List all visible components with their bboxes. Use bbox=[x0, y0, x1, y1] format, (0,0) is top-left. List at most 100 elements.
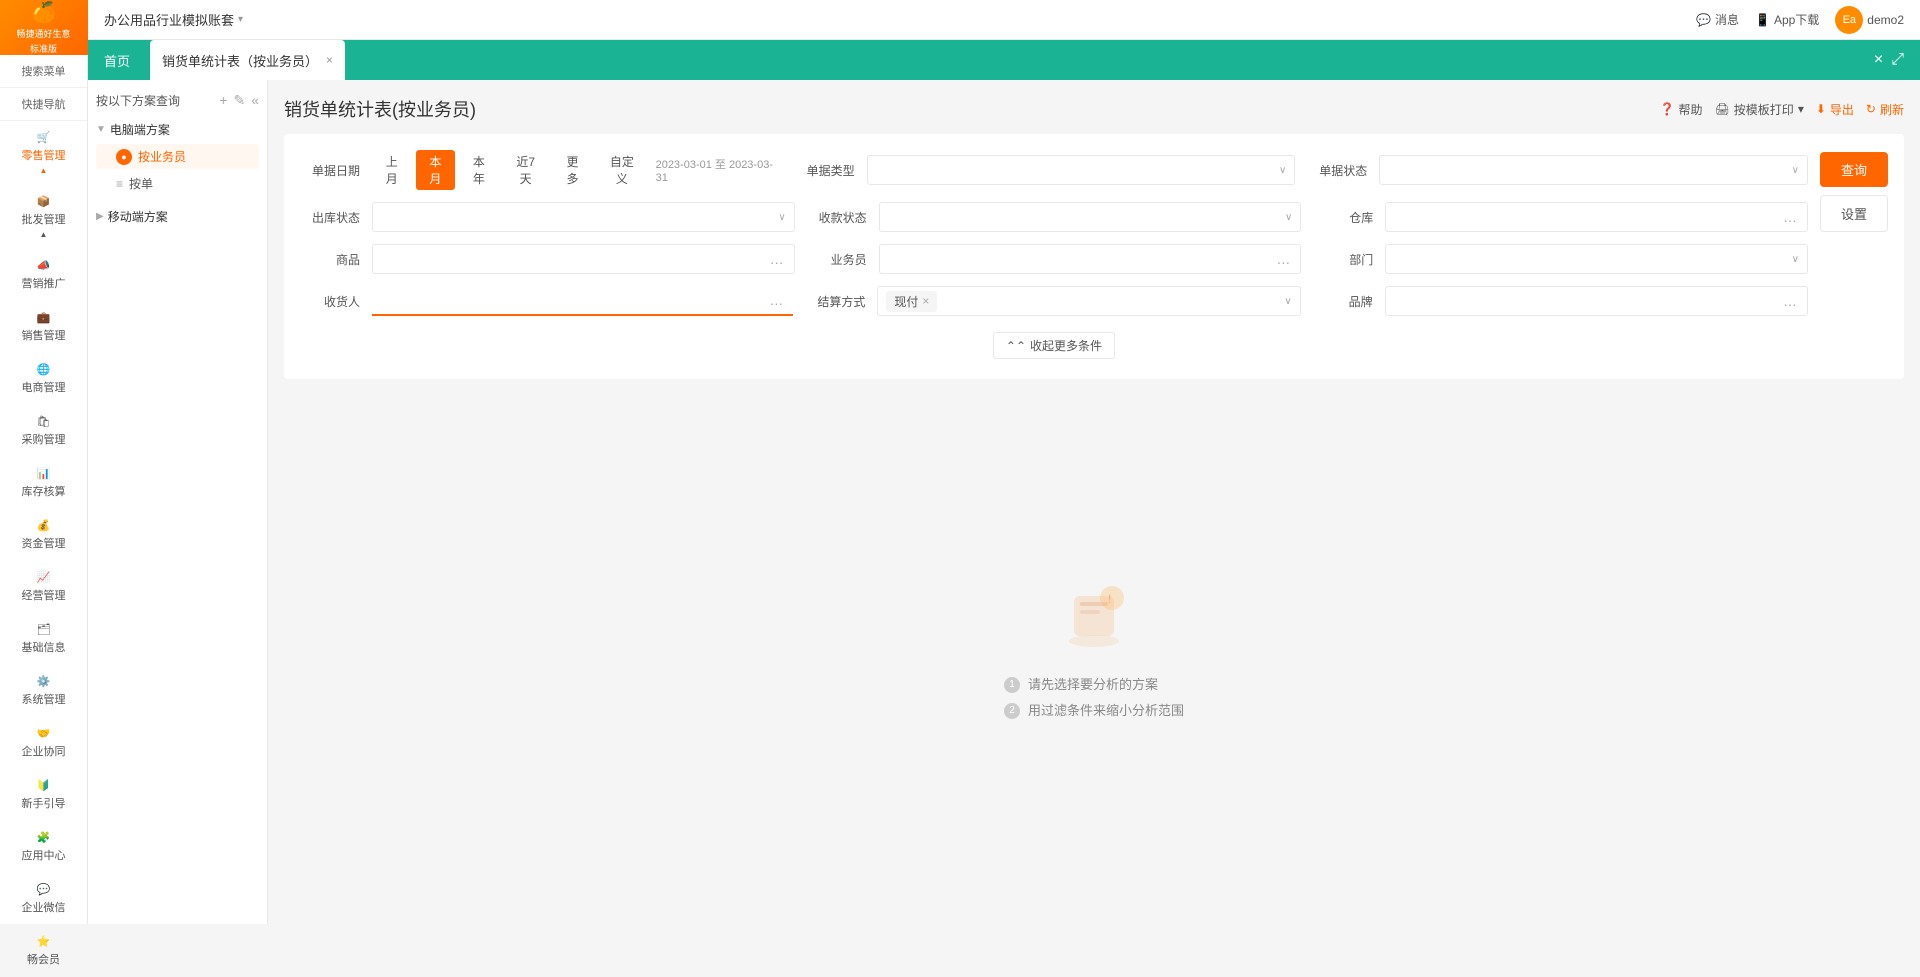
marketing-icon: 📣 bbox=[37, 259, 51, 272]
sidebar-search[interactable]: 搜索菜单 bbox=[0, 55, 87, 88]
sidebar-logo[interactable]: 🍊 畅捷通好生意 标准版 bbox=[0, 0, 88, 55]
sidebar-item-newbie[interactable]: 🔰 新手引导 bbox=[0, 769, 87, 821]
doc-status-select[interactable]: ∨ bbox=[1379, 155, 1808, 185]
receiver-dots: … bbox=[769, 292, 785, 308]
edit-schema-icon[interactable]: ✎ bbox=[233, 92, 245, 109]
payment-status-select[interactable]: ∨ bbox=[879, 202, 1302, 232]
sidebar-item-member[interactable]: ⭐ 畅会员 bbox=[0, 925, 87, 977]
refresh-btn[interactable]: ↻ 刷新 bbox=[1866, 101, 1904, 118]
out-status-select[interactable]: ∨ bbox=[372, 202, 795, 232]
brand-select[interactable]: … bbox=[1385, 286, 1808, 316]
mobile-schema-label: 移动端方案 bbox=[108, 208, 168, 225]
sidebar-item-basic[interactable]: 🗂 基础信息 bbox=[0, 613, 87, 665]
sidebar-item-inventory[interactable]: 📊 库存核算 bbox=[0, 457, 87, 509]
left-panel-header: 按以下方案查询 + ✎ « bbox=[96, 92, 259, 109]
sidebar-item-purchase[interactable]: 🛍 采购管理 bbox=[0, 405, 87, 457]
payment-method-select[interactable]: 现付 × ∨ bbox=[877, 286, 1300, 316]
sidebar-item-appstore[interactable]: 🧩 应用中心 bbox=[0, 821, 87, 873]
department-select[interactable]: ∨ bbox=[1385, 244, 1808, 274]
collapse-schema-icon[interactable]: « bbox=[251, 92, 259, 109]
schema-child2-label: 按单 bbox=[129, 175, 153, 192]
user-profile[interactable]: Ea demo2 bbox=[1835, 6, 1904, 34]
tabbar: 首页 销货单统计表（按业务员） × × ⤢ bbox=[88, 40, 1920, 80]
date-more-btn[interactable]: 更多 bbox=[553, 150, 593, 190]
date-7days-btn[interactable]: 近7天 bbox=[503, 150, 549, 190]
operations-icon: 📈 bbox=[37, 571, 51, 584]
member-icon: ⭐ bbox=[37, 935, 51, 948]
print-btn[interactable]: 🖨 按模板打印 ▾ bbox=[1715, 101, 1804, 118]
salesperson-select[interactable]: … bbox=[879, 244, 1302, 274]
doc-type-label: 单据类型 bbox=[795, 162, 855, 179]
sidebar-item-retail[interactable]: 🛒 零售管理 ▲ bbox=[0, 121, 87, 185]
filter-area: 单据日期 上月 本月 本年 近7天 更多 自定义 2023-03-01 至 20… bbox=[284, 134, 1904, 379]
tab-close-all-btn[interactable]: × bbox=[1874, 51, 1883, 69]
tab-active-label: 销货单统计表（按业务员） bbox=[162, 51, 318, 70]
ecommerce-icon: 🌐 bbox=[37, 363, 51, 376]
sidebar-item-sales[interactable]: 💼 销售管理 bbox=[0, 301, 87, 353]
date-range-display: 2023-03-01 至 2023-03-31 bbox=[656, 156, 783, 184]
filter-row-2: 出库状态 ∨ 收款状态 ∨ 仓库 bbox=[300, 202, 1808, 232]
payment-method-tag-remove[interactable]: × bbox=[922, 294, 929, 308]
account-selector-arrow: ▾ bbox=[238, 14, 243, 25]
warehouse-select[interactable]: … bbox=[1385, 202, 1808, 232]
sidebar-item-wholesale[interactable]: 📦 批发管理 ▲ bbox=[0, 185, 87, 249]
sidebar-item-wechat[interactable]: 💬 企业微信 bbox=[0, 873, 87, 925]
export-icon: ⬇ bbox=[1816, 102, 1826, 116]
app-download-btn[interactable]: 📱 App下载 bbox=[1755, 11, 1819, 28]
date-prev-month-btn[interactable]: 上月 bbox=[372, 150, 412, 190]
doc-type-select[interactable]: ∨ bbox=[867, 155, 1296, 185]
help-btn[interactable]: ❓ 帮助 bbox=[1660, 101, 1703, 118]
payment-method-arrow: ∨ bbox=[1284, 296, 1291, 307]
tab-maximize-btn[interactable]: ⤢ bbox=[1891, 51, 1904, 69]
tab-home[interactable]: 首页 bbox=[88, 40, 146, 80]
date-cur-month-btn[interactable]: 本月 bbox=[416, 150, 456, 190]
empty-step-2: 2 用过滤条件来缩小分析范围 bbox=[1004, 698, 1184, 724]
sidebar-item-finance[interactable]: 💰 资金管理 bbox=[0, 509, 87, 561]
mobile-schema-parent[interactable]: ▶ 移动端方案 bbox=[96, 204, 259, 229]
tab-close-icon[interactable]: × bbox=[326, 53, 333, 67]
pc-schema-parent[interactable]: ▼ 电脑端方案 bbox=[96, 117, 259, 142]
filter-row-3: 商品 … 业务员 … 部门 bbox=[300, 244, 1808, 274]
empty-state: ! 1 请先选择要分析的方案 2 用过滤条件来缩小分析范围 bbox=[284, 391, 1904, 908]
refresh-icon: ↻ bbox=[1866, 102, 1876, 116]
sidebar-item-system[interactable]: ⚙️ 系统管理 bbox=[0, 665, 87, 717]
department-arrow: ∨ bbox=[1792, 254, 1799, 265]
goods-label: 商品 bbox=[300, 251, 360, 268]
add-schema-icon[interactable]: + bbox=[219, 92, 227, 109]
schema-child-by-order[interactable]: ≡ 按单 bbox=[96, 171, 259, 196]
payment-method-label: 结算方式 bbox=[805, 293, 865, 310]
goods-select[interactable]: … bbox=[372, 244, 795, 274]
step-1-text: 请先选择要分析的方案 bbox=[1028, 672, 1158, 698]
svg-text:!: ! bbox=[1108, 592, 1111, 606]
page-title-actions: ❓ 帮助 🖨 按模板打印 ▾ ⬇ 导出 ↻ 刷新 bbox=[1660, 101, 1904, 118]
logo-icon: 🍊 bbox=[31, 0, 56, 25]
topbar-left: 办公用品行业模拟账套 ▾ bbox=[104, 10, 243, 29]
message-btn[interactable]: 💬 消息 bbox=[1696, 11, 1739, 28]
print-icon: 🖨 bbox=[1715, 102, 1730, 116]
schema-child-salesperson[interactable]: ● 按业务员 bbox=[96, 144, 259, 169]
logo-text-line1: 畅捷通好生意 bbox=[16, 27, 70, 40]
account-selector[interactable]: 办公用品行业模拟账套 ▾ bbox=[104, 10, 243, 29]
wechat-icon: 💬 bbox=[37, 883, 51, 896]
settings-btn[interactable]: 设置 bbox=[1820, 195, 1888, 232]
sidebar-quick-nav[interactable]: 快捷导航 bbox=[0, 88, 87, 121]
avatar: Ea bbox=[1835, 6, 1863, 34]
date-year-btn[interactable]: 本年 bbox=[459, 150, 499, 190]
sidebar-item-operations[interactable]: 📈 经营管理 bbox=[0, 561, 87, 613]
warehouse-label: 仓库 bbox=[1313, 209, 1373, 226]
sidebar-item-enterprise[interactable]: 🤝 企业协同 bbox=[0, 717, 87, 769]
query-btn[interactable]: 查询 bbox=[1820, 152, 1888, 187]
message-icon: 💬 bbox=[1696, 13, 1711, 27]
topbar-right: 💬 消息 📱 App下载 Ea demo2 bbox=[1696, 6, 1904, 34]
inventory-icon: 📊 bbox=[37, 467, 51, 480]
export-btn[interactable]: ⬇ 导出 bbox=[1816, 101, 1854, 118]
pc-schema-label: 电脑端方案 bbox=[110, 121, 170, 138]
date-custom-btn[interactable]: 自定义 bbox=[596, 150, 647, 190]
empty-steps: 1 请先选择要分析的方案 2 用过滤条件来缩小分析范围 bbox=[1004, 672, 1184, 724]
sidebar-item-ecommerce[interactable]: 🌐 电商管理 bbox=[0, 353, 87, 405]
collapse-btn[interactable]: ⌃⌃ 收起更多条件 bbox=[993, 332, 1115, 359]
sidebar-item-marketing[interactable]: 📣 营销推广 bbox=[0, 249, 87, 301]
receiver-input[interactable]: … bbox=[372, 286, 793, 316]
filter-row-1: 单据日期 上月 本月 本年 近7天 更多 自定义 2023-03-01 至 20… bbox=[300, 150, 1808, 190]
tab-active[interactable]: 销货单统计表（按业务员） × bbox=[150, 40, 345, 80]
